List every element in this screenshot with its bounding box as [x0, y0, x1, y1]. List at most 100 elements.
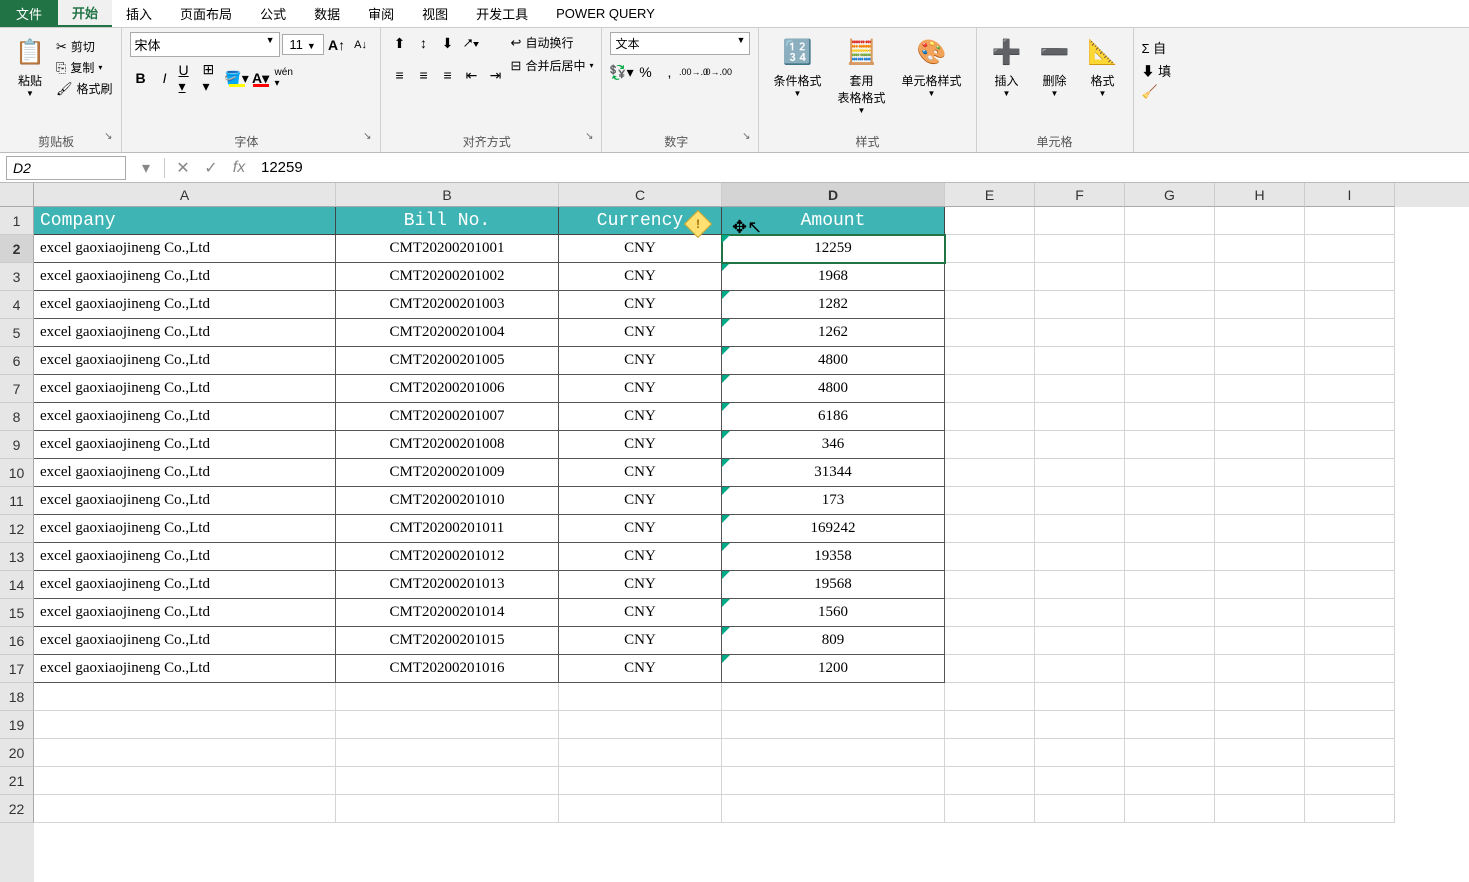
data-cell[interactable]: [1125, 627, 1215, 655]
tab-formulas[interactable]: 公式: [246, 0, 300, 27]
data-cell[interactable]: CMT20200201009: [336, 459, 559, 487]
data-cell[interactable]: [1125, 515, 1215, 543]
header-cell[interactable]: [945, 207, 1035, 235]
data-cell[interactable]: 346: [722, 431, 945, 459]
data-cell[interactable]: excel gaoxiaojineng Co.,Ltd: [34, 403, 336, 431]
data-cell[interactable]: [945, 571, 1035, 599]
data-cell[interactable]: [1125, 347, 1215, 375]
conditional-format-button[interactable]: 🔢 条件格式 ▼: [767, 32, 827, 102]
paste-button[interactable]: 📋 粘贴 ▼: [8, 32, 52, 102]
data-cell[interactable]: CNY: [559, 403, 722, 431]
empty-cell[interactable]: [722, 795, 945, 823]
empty-cell[interactable]: [1305, 795, 1395, 823]
data-cell[interactable]: [1305, 347, 1395, 375]
data-cell[interactable]: 12259: [722, 235, 945, 263]
data-cell[interactable]: CMT20200201005: [336, 347, 559, 375]
data-cell[interactable]: [1035, 459, 1125, 487]
data-cell[interactable]: [1035, 235, 1125, 263]
empty-cell[interactable]: [722, 683, 945, 711]
italic-button[interactable]: I: [154, 67, 176, 89]
data-cell[interactable]: excel gaoxiaojineng Co.,Ltd: [34, 347, 336, 375]
fx-button[interactable]: fx: [225, 156, 253, 180]
data-cell[interactable]: [1305, 487, 1395, 515]
data-cell[interactable]: [1125, 375, 1215, 403]
row-header[interactable]: 12: [0, 515, 34, 543]
data-cell[interactable]: excel gaoxiaojineng Co.,Ltd: [34, 487, 336, 515]
data-cell[interactable]: [1215, 235, 1305, 263]
accounting-format-button[interactable]: 💱▾: [610, 61, 632, 83]
select-all-corner[interactable]: [0, 183, 34, 207]
row-header[interactable]: 15: [0, 599, 34, 627]
column-header[interactable]: F: [1035, 183, 1125, 207]
empty-cell[interactable]: [1215, 739, 1305, 767]
fill-button[interactable]: ⬇ 填: [1142, 61, 1172, 80]
row-header[interactable]: 16: [0, 627, 34, 655]
data-cell[interactable]: CNY: [559, 599, 722, 627]
data-cell[interactable]: CMT20200201013: [336, 571, 559, 599]
empty-cell[interactable]: [1215, 683, 1305, 711]
percent-button[interactable]: %: [634, 61, 656, 83]
data-cell[interactable]: excel gaoxiaojineng Co.,Ltd: [34, 375, 336, 403]
indent-decrease-button[interactable]: ⇤: [461, 64, 483, 86]
bold-button[interactable]: B: [130, 67, 152, 89]
row-header[interactable]: 9: [0, 431, 34, 459]
data-cell[interactable]: CMT20200201008: [336, 431, 559, 459]
header-cell[interactable]: Company: [34, 207, 336, 235]
data-cell[interactable]: [945, 543, 1035, 571]
row-header[interactable]: 20: [0, 739, 34, 767]
data-cell[interactable]: [1305, 263, 1395, 291]
data-cell[interactable]: [1215, 403, 1305, 431]
clipboard-launcher-icon[interactable]: ↘: [104, 131, 112, 150]
data-cell[interactable]: [1305, 599, 1395, 627]
data-cell[interactable]: excel gaoxiaojineng Co.,Ltd: [34, 319, 336, 347]
data-cell[interactable]: 173: [722, 487, 945, 515]
copy-button[interactable]: ⎘ 复制 ▾: [56, 59, 113, 76]
clear-button[interactable]: 🧹: [1142, 84, 1158, 100]
empty-cell[interactable]: [1305, 683, 1395, 711]
column-header[interactable]: B: [336, 183, 559, 207]
row-header[interactable]: 4: [0, 291, 34, 319]
empty-cell[interactable]: [722, 767, 945, 795]
underline-button[interactable]: U ▾: [178, 67, 200, 89]
align-left-button[interactable]: ≡: [389, 64, 411, 86]
cell-styles-button[interactable]: 🎨 单元格样式 ▼: [896, 32, 968, 102]
cut-button[interactable]: ✂ 剪切: [56, 38, 113, 55]
data-cell[interactable]: CNY: [559, 319, 722, 347]
data-cell[interactable]: excel gaoxiaojineng Co.,Ltd: [34, 627, 336, 655]
data-cell[interactable]: CNY: [559, 263, 722, 291]
empty-cell[interactable]: [1305, 767, 1395, 795]
empty-cell[interactable]: [559, 739, 722, 767]
data-cell[interactable]: CMT20200201002: [336, 263, 559, 291]
data-cell[interactable]: [1215, 347, 1305, 375]
enter-formula-button[interactable]: ✓: [197, 156, 225, 180]
data-cell[interactable]: 4800: [722, 347, 945, 375]
data-cell[interactable]: [945, 459, 1035, 487]
data-cell[interactable]: 1560: [722, 599, 945, 627]
data-cell[interactable]: CMT20200201015: [336, 627, 559, 655]
data-cell[interactable]: 6186: [722, 403, 945, 431]
align-middle-button[interactable]: ↕: [413, 32, 435, 54]
row-header[interactable]: 1: [0, 207, 34, 235]
data-cell[interactable]: 31344: [722, 459, 945, 487]
decrease-font-button[interactable]: A↓: [350, 34, 372, 56]
data-cell[interactable]: [1125, 403, 1215, 431]
phonetic-button[interactable]: wén ▾: [274, 67, 296, 89]
format-cells-button[interactable]: 📐 格式 ▼: [1081, 32, 1125, 102]
column-header[interactable]: A: [34, 183, 336, 207]
data-cell[interactable]: [1035, 599, 1125, 627]
data-cell[interactable]: [1035, 655, 1125, 683]
decrease-decimal-button[interactable]: .0→.00: [706, 61, 728, 83]
data-cell[interactable]: excel gaoxiaojineng Co.,Ltd: [34, 599, 336, 627]
data-cell[interactable]: [1305, 291, 1395, 319]
data-cell[interactable]: [1125, 599, 1215, 627]
data-cell[interactable]: excel gaoxiaojineng Co.,Ltd: [34, 263, 336, 291]
row-header[interactable]: 21: [0, 767, 34, 795]
data-cell[interactable]: [1125, 543, 1215, 571]
empty-cell[interactable]: [336, 767, 559, 795]
data-cell[interactable]: CMT20200201016: [336, 655, 559, 683]
data-cell[interactable]: [945, 403, 1035, 431]
empty-cell[interactable]: [1125, 683, 1215, 711]
empty-cell[interactable]: [336, 739, 559, 767]
column-header[interactable]: D: [722, 183, 945, 207]
empty-cell[interactable]: [336, 795, 559, 823]
